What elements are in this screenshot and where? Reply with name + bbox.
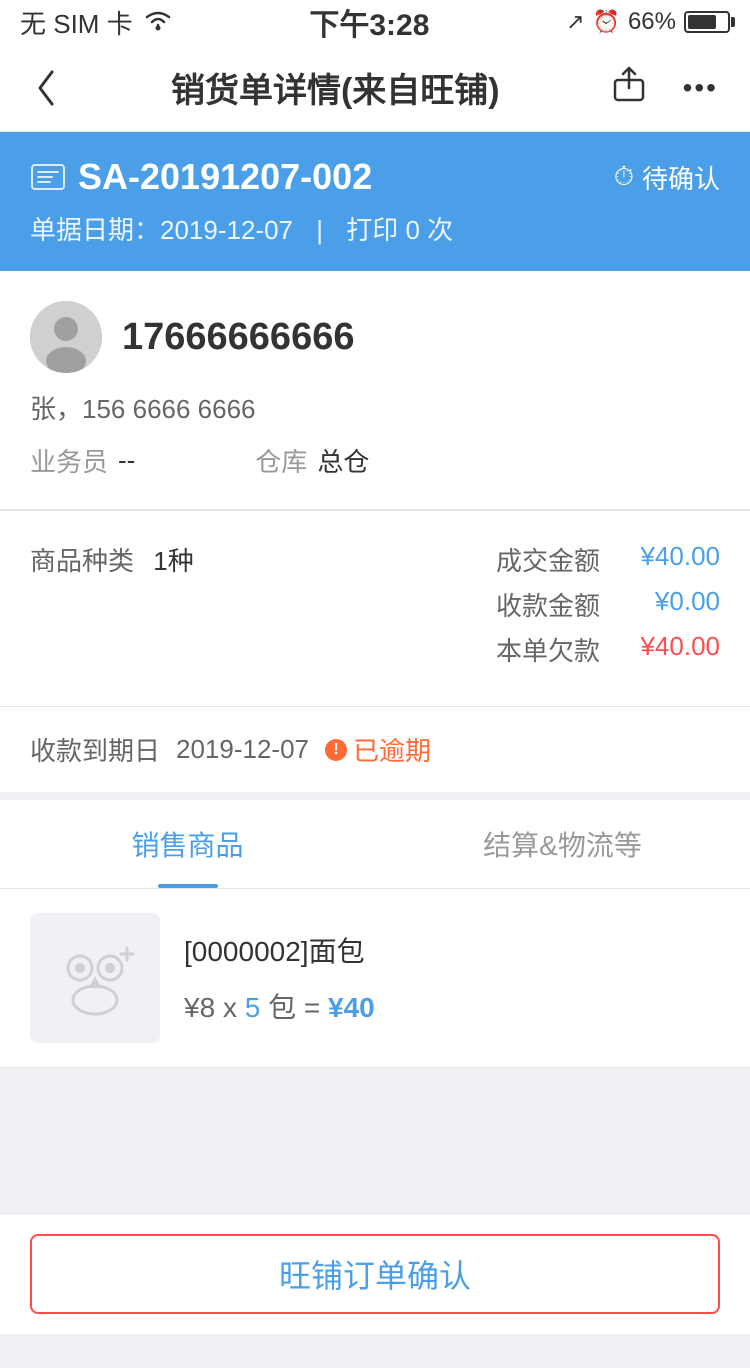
- tab-products-label: 销售商品: [131, 824, 243, 864]
- due-date-section: 收款到期日 2019-12-07 ! 已逾期: [0, 707, 750, 800]
- product-name: [0000002]面包: [184, 930, 720, 970]
- nav-actions: •••: [603, 58, 726, 118]
- product-thumbnail: [30, 913, 160, 1043]
- summary-right: 成交金额 ¥40.00 收款金额 ¥0.00 本单欠款 ¥40.00: [496, 541, 720, 676]
- overdue-label: 已逾期: [353, 731, 431, 768]
- product-section: [0000002]面包 ¥8 x 5 包 = ¥40: [0, 889, 750, 1068]
- bottom-action: 旺铺订单确认: [0, 1213, 750, 1334]
- overdue-icon: !: [325, 739, 347, 761]
- equals-sign: =: [304, 992, 328, 1023]
- overdue-badge: ! 已逾期: [325, 731, 431, 768]
- customer-section: 17666666666 张，156 6666 6666 业务员 -- 仓库 总仓: [0, 271, 750, 510]
- order-header: SA-20191207-002 ⏱ 待确认 单据日期：2019-12-07 | …: [0, 132, 750, 271]
- owed-amount-value: ¥40.00: [620, 631, 720, 668]
- due-date-value: 2019-12-07: [176, 734, 309, 765]
- product-price-row: ¥8 x 5 包 = ¥40: [184, 986, 720, 1026]
- tabs-section: 销售商品 结算&物流等: [0, 800, 750, 889]
- status-left: 无 SIM 卡: [20, 4, 173, 41]
- customer-phone: 17666666666: [122, 316, 354, 359]
- order-id: SA-20191207-002: [30, 156, 372, 198]
- received-amount-label: 收款金额: [496, 586, 600, 623]
- product-info: [0000002]面包 ¥8 x 5 包 = ¥40: [184, 930, 720, 1026]
- page-title: 销货单详情(来自旺铺): [68, 63, 603, 112]
- summary-section: 商品种类 1种 成交金额 ¥40.00 收款金额 ¥0.00 本单欠款 ¥40.…: [0, 511, 750, 707]
- tab-settlement[interactable]: 结算&物流等: [375, 800, 750, 888]
- back-button[interactable]: [24, 58, 68, 118]
- confirm-button[interactable]: 旺铺订单确认: [30, 1234, 720, 1314]
- product-unit-price: ¥8: [184, 992, 215, 1023]
- product-quantity: 5: [245, 992, 261, 1023]
- sales-rep-value: --: [118, 445, 135, 476]
- sales-rep-label: 业务员: [30, 442, 108, 479]
- wifi-icon: [143, 7, 173, 38]
- product-kind-label: 商品种类: [30, 546, 134, 576]
- battery-icon: [684, 11, 730, 33]
- owed-amount-label: 本单欠款: [496, 631, 600, 668]
- due-date-label: 收款到期日: [30, 731, 160, 768]
- product-kind-value: 1种: [153, 546, 193, 576]
- share-button[interactable]: [603, 58, 655, 118]
- tab-products[interactable]: 销售商品: [0, 800, 375, 888]
- more-button[interactable]: •••: [675, 64, 726, 112]
- battery-percent: 66%: [628, 8, 676, 36]
- product-unit: 包: [268, 992, 296, 1023]
- alarm-icon: ⏰: [593, 9, 620, 35]
- received-amount-value: ¥0.00: [620, 586, 720, 623]
- clock-icon: ⏱: [614, 161, 634, 193]
- warehouse-label: 仓库: [255, 442, 307, 479]
- status-time: 下午3:28: [309, 0, 429, 44]
- customer-name: 张，156 6666 6666: [30, 389, 720, 426]
- warehouse-value: 总仓: [317, 442, 369, 479]
- order-status: ⏱ 待确认: [614, 159, 720, 196]
- deal-amount-label: 成交金额: [496, 541, 600, 578]
- deal-amount-value: ¥40.00: [620, 541, 720, 578]
- avatar: [30, 301, 102, 373]
- status-bar: 无 SIM 卡 下午3:28 ↗ ⏰ 66%: [0, 0, 750, 44]
- status-right: ↗ ⏰ 66%: [566, 8, 730, 36]
- tab-settlement-label: 结算&物流等: [483, 824, 642, 864]
- order-date: 单据日期：2019-12-07 | 打印 0 次: [30, 210, 720, 247]
- product-total: ¥40: [328, 992, 375, 1023]
- customer-meta: 业务员 -- 仓库 总仓: [30, 442, 720, 479]
- location-icon: ↗: [566, 9, 584, 35]
- nav-bar: 销货单详情(来自旺铺) •••: [0, 44, 750, 132]
- carrier-label: 无 SIM 卡: [20, 4, 133, 41]
- tab-underline: [158, 884, 218, 888]
- multiply-sign: x: [223, 992, 245, 1023]
